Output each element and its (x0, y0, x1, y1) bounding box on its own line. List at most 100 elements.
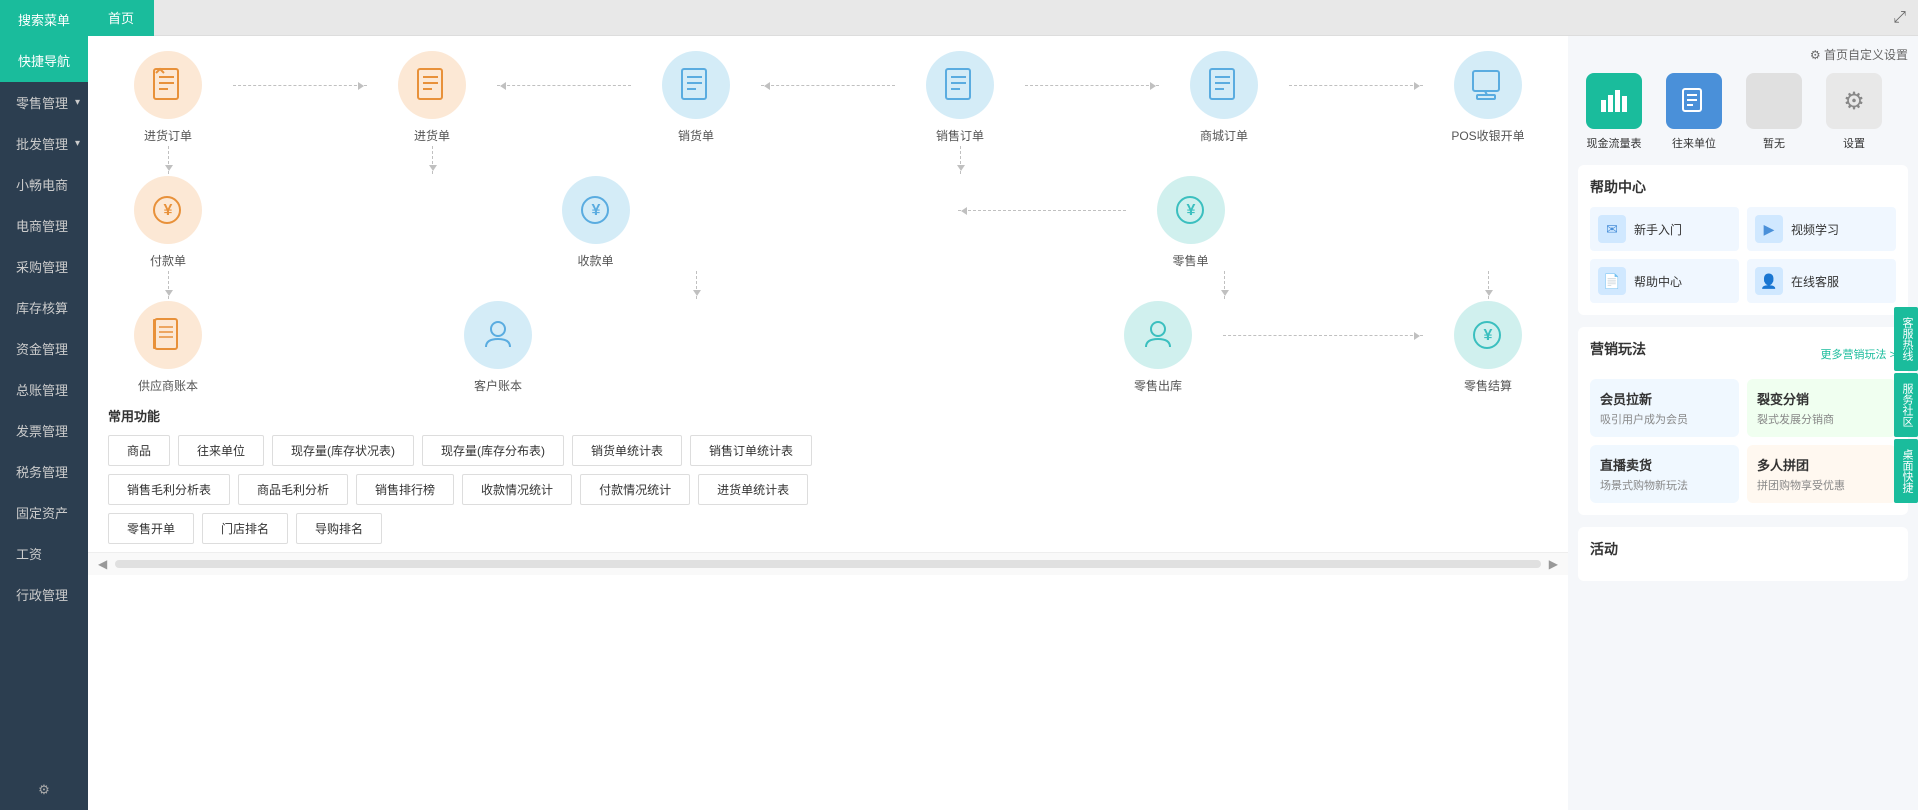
sidebar-item-inventory[interactable]: 库存核算 (0, 287, 88, 328)
scroll-right-arrow[interactable]: ▶ (1549, 557, 1558, 571)
fission-desc: 裂式发展分销商 (1757, 411, 1886, 427)
arrow-icon (1223, 335, 1423, 336)
flow-row-3: 供应商账本 客户账本 (103, 301, 1553, 394)
btn-receipt-stat[interactable]: 收款情况统计 (462, 474, 572, 505)
btn-partners[interactable]: 往来单位 (178, 435, 264, 466)
v-down-sales-order (895, 144, 1025, 176)
v-down-2-retail (1159, 269, 1289, 301)
float-btn-service[interactable]: 客服热线 (1894, 307, 1918, 371)
scroll-left-arrow[interactable]: ◀ (98, 557, 107, 571)
sidebar-label: 总账管理 (16, 380, 68, 399)
flow-node-receipt[interactable]: ¥ 收款单 (531, 176, 661, 269)
sidebar-label: 零售管理 (16, 93, 68, 112)
arrow-to-zero-sale (958, 176, 1126, 211)
btn-purchase-stat[interactable]: 进货单统计表 (698, 474, 808, 505)
flow-row-1: 进货订单 进货单 (103, 51, 1553, 144)
sidebar-item-payroll[interactable]: 工资 (0, 533, 88, 574)
help-item-beginner[interactable]: ✉ 新手入门 (1590, 207, 1739, 251)
btn-store-rank[interactable]: 门店排名 (202, 513, 288, 544)
btn-sales-stat[interactable]: 销货单统计表 (572, 435, 682, 466)
flow-node-sales[interactable]: 销货单 (631, 51, 761, 144)
quick-icon-cashflow[interactable]: 现金流量表 (1578, 73, 1650, 151)
help-item-helpcenter[interactable]: 📄 帮助中心 (1590, 259, 1739, 303)
sidebar-item-purchase[interactable]: 采购管理 (0, 246, 88, 287)
retail-settle-label: 零售结算 (1464, 377, 1512, 394)
sidebar-item-tax[interactable]: 税务管理 (0, 451, 88, 492)
retail-out-icon (1124, 301, 1192, 369)
marketing-item-fission[interactable]: 裂变分销 裂式发展分销商 (1747, 379, 1896, 437)
quick-icon-none[interactable]: 暂无 (1738, 73, 1810, 151)
flow-section: 进货订单 进货单 (88, 36, 1568, 394)
flow-node-payment[interactable]: ¥ 付款单 (103, 176, 233, 269)
sidebar-settings-icon[interactable]: ⚙ (0, 770, 88, 810)
btn-goods[interactable]: 商品 (108, 435, 170, 466)
marketing-grid: 会员拉新 吸引用户成为会员 裂变分销 裂式发展分销商 直播卖货 场景式购物新玩法… (1590, 379, 1896, 503)
sidebar-search[interactable]: 搜索菜单 (0, 0, 88, 39)
sidebar-item-retail[interactable]: 零售管理 ▾ (0, 82, 88, 123)
sidebar-item-wholesale[interactable]: 批发管理 ▾ (0, 123, 88, 164)
btn-retail-order[interactable]: 零售开单 (108, 513, 194, 544)
flow-node-purchase[interactable]: 进货单 (367, 51, 497, 144)
expand-icon[interactable]: ⤢ (1881, 1, 1918, 35)
flow-node-customer-book[interactable]: 客户账本 (433, 301, 563, 394)
sidebar-item-funds[interactable]: 资金管理 (0, 328, 88, 369)
sidebar-item-ecom[interactable]: 小畅电商 (0, 164, 88, 205)
btn-stock1[interactable]: 现存量(库存状况表) (272, 435, 414, 466)
help-item-video[interactable]: ▶ 视频学习 (1747, 207, 1896, 251)
svg-text:¥: ¥ (1484, 327, 1493, 344)
float-btn-community[interactable]: 服务社区 (1894, 373, 1918, 437)
arrow-icon (233, 85, 367, 86)
help-support-label: 在线客服 (1791, 273, 1839, 290)
help-item-support[interactable]: 👤 在线客服 (1747, 259, 1896, 303)
purchase-label: 进货单 (414, 127, 450, 144)
btn-guide-rank[interactable]: 导购排名 (296, 513, 382, 544)
btn-goods-margin[interactable]: 商品毛利分析 (238, 474, 348, 505)
sidebar-nav-item[interactable]: 快捷导航 (0, 39, 88, 82)
btn-sales-rank[interactable]: 销售排行榜 (356, 474, 454, 505)
sidebar-item-ledger[interactable]: 总账管理 (0, 369, 88, 410)
cashflow-label: 现金流量表 (1587, 135, 1642, 151)
v-down-2-receipt (631, 269, 761, 301)
marketing-item-live[interactable]: 直播卖货 场景式购物新玩法 (1590, 445, 1739, 503)
sidebar-item-admin[interactable]: 行政管理 (0, 574, 88, 615)
sidebar-item-assets[interactable]: 固定资产 (0, 492, 88, 533)
flow-node-retail-settle[interactable]: ¥ 零售结算 (1423, 301, 1553, 394)
v-connector-row-2 (103, 269, 1553, 301)
marketing-item-member[interactable]: 会员拉新 吸引用户成为会员 (1590, 379, 1739, 437)
partners-label: 往来单位 (1672, 135, 1716, 151)
quick-icon-settings[interactable]: ⚙ 设置 (1818, 73, 1890, 151)
v-down-2-blank1 (367, 269, 497, 301)
flow-node-purchase-order[interactable]: 进货订单 (103, 51, 233, 144)
flow-node-pos[interactable]: POS收银开单 (1423, 51, 1553, 144)
v-down-2-blank2 (895, 269, 1025, 301)
float-btn-desktop[interactable]: 桌面快捷 (1894, 439, 1918, 503)
flow-node-supplier-book[interactable]: 供应商账本 (103, 301, 233, 394)
live-desc: 场景式购物新玩法 (1600, 477, 1729, 493)
btn-gross-profit[interactable]: 销售毛利分析表 (108, 474, 230, 505)
sidebar-item-ecom-mgmt[interactable]: 电商管理 (0, 205, 88, 246)
flow-node-mall-order[interactable]: 商城订单 (1159, 51, 1289, 144)
more-marketing-link[interactable]: 更多营销玩法 > (1821, 346, 1896, 362)
flow-node-retail[interactable]: ¥ 零售单 (1126, 176, 1256, 269)
tab-home[interactable]: 首页 (88, 0, 154, 36)
cashflow-icon-box (1586, 73, 1642, 129)
purchase-icon (398, 51, 466, 119)
quick-icon-partners[interactable]: 往来单位 (1658, 73, 1730, 151)
member-title: 会员拉新 (1600, 389, 1729, 408)
horizontal-scrollbar[interactable] (115, 560, 1541, 568)
arrow-icon (497, 85, 631, 86)
gear-icon: ⚙ (1843, 87, 1865, 116)
svg-text:¥: ¥ (1186, 202, 1195, 219)
help-center-title: 帮助中心 (1590, 177, 1896, 197)
btn-stock2[interactable]: 现存量(库存分布表) (422, 435, 564, 466)
sidebar-item-invoice[interactable]: 发票管理 (0, 410, 88, 451)
flow-node-sales-order[interactable]: 销售订单 (895, 51, 1025, 144)
flow-node-retail-out[interactable]: 零售出库 (1093, 301, 1223, 394)
home-settings-link[interactable]: ⚙ 首页自定义设置 (1578, 46, 1908, 63)
btn-payment-stat[interactable]: 付款情况统计 (580, 474, 690, 505)
marketing-item-group[interactable]: 多人拼团 拼团购物享受优惠 (1747, 445, 1896, 503)
btn-sales-order-stat[interactable]: 销售订单统计表 (690, 435, 812, 466)
quick-icons-row: 现金流量表 往来单位 暂无 ⚙ 设置 (1578, 73, 1908, 151)
customer-book-icon (464, 301, 532, 369)
common-func-title: 常用功能 (108, 406, 1548, 425)
